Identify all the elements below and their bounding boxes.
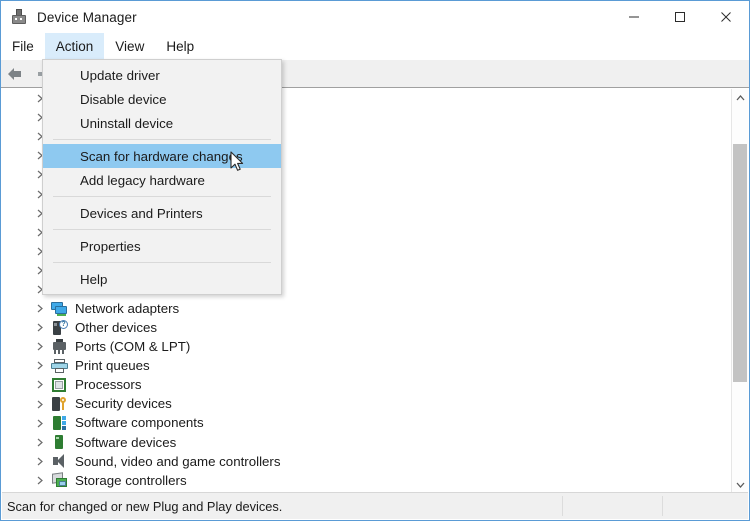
window-title: Device Manager (37, 9, 137, 25)
minimize-button[interactable] (611, 1, 657, 32)
menu-item-properties[interactable]: Properties (43, 234, 281, 258)
menu-item-disable-device[interactable]: Disable device (43, 87, 281, 111)
device-plug-icon (10, 8, 28, 26)
tree-row-software-devices[interactable]: Software devices (2, 433, 722, 452)
title-bar: Device Manager (1, 1, 749, 33)
menu-file[interactable]: File (1, 33, 45, 60)
minimize-icon (629, 16, 639, 17)
tree-item-label: Software components (75, 415, 204, 431)
network-adapter-icon (51, 301, 68, 317)
chevron-right-icon[interactable] (36, 400, 51, 409)
tree-row-print-queues[interactable]: Print queues (2, 356, 722, 375)
tree-item-label: Sound, video and game controllers (75, 453, 281, 469)
device-manager-window: Device Manager File Action View Help Net… (0, 0, 750, 521)
tree-item-label: Security devices (75, 396, 172, 412)
menu-separator (53, 229, 271, 230)
processor-icon (51, 377, 68, 393)
software-component-icon (51, 415, 68, 431)
chevron-right-icon[interactable] (36, 476, 51, 485)
close-button[interactable] (703, 1, 749, 32)
action-dropdown-menu: Update driver Disable device Uninstall d… (42, 59, 282, 295)
tree-row-security-devices[interactable]: Security devices (2, 395, 722, 414)
storage-controller-icon (51, 472, 68, 488)
menu-view[interactable]: View (104, 33, 155, 60)
chevron-down-icon (736, 482, 744, 488)
tree-item-label: Print queues (75, 358, 150, 374)
tree-item-label: Storage controllers (75, 472, 187, 488)
menu-item-scan-for-hardware-changes[interactable]: Scan for hardware changes (43, 144, 281, 168)
chevron-up-icon (736, 94, 744, 100)
chevron-right-icon[interactable] (36, 361, 51, 370)
tree-item-label: Other devices (75, 320, 158, 336)
maximize-button[interactable] (657, 1, 703, 32)
back-button[interactable] (1, 61, 29, 87)
chevron-right-icon[interactable] (36, 457, 51, 466)
software-device-icon (51, 434, 68, 450)
menu-item-add-legacy-hardware[interactable]: Add legacy hardware (43, 168, 281, 192)
scrollbar-thumb[interactable] (733, 144, 747, 382)
menu-item-devices-and-printers[interactable]: Devices and Printers (43, 201, 281, 225)
menu-separator (53, 139, 271, 140)
menu-item-update-driver[interactable]: Update driver (43, 63, 281, 87)
sound-controller-icon (51, 453, 68, 469)
status-divider (562, 496, 563, 516)
chevron-right-icon[interactable] (36, 438, 51, 447)
maximize-icon (675, 11, 685, 22)
menu-action[interactable]: Action (44, 33, 105, 60)
chevron-right-icon[interactable] (36, 323, 51, 332)
tree-row-storage-controllers[interactable]: Storage controllers (2, 471, 722, 490)
menu-item-help[interactable]: Help (43, 267, 281, 291)
chevron-right-icon[interactable] (36, 342, 51, 351)
tree-item-label: Processors (75, 377, 142, 393)
status-divider (662, 496, 663, 516)
status-bar: Scan for changed or new Plug and Play de… (2, 492, 748, 519)
menu-separator (53, 262, 271, 263)
menu-item-uninstall-device[interactable]: Uninstall device (43, 111, 281, 135)
security-device-icon (51, 396, 68, 412)
vertical-scrollbar[interactable] (731, 89, 748, 493)
window-controls (611, 1, 749, 32)
tree-item-label: Software devices (75, 434, 177, 450)
menu-help[interactable]: Help (155, 33, 205, 60)
menu-bar: File Action View Help (1, 33, 749, 60)
tree-row-other-devices[interactable]: ? Other devices (2, 318, 722, 337)
tree-row-sound-controllers[interactable]: Sound, video and game controllers (2, 452, 722, 471)
close-icon (721, 11, 731, 22)
scroll-up-button[interactable] (732, 89, 748, 106)
unknown-device-icon: ? (51, 319, 68, 336)
tree-row-processors[interactable]: Processors (2, 375, 722, 394)
chevron-right-icon[interactable] (36, 380, 51, 389)
port-icon (51, 338, 68, 355)
menu-separator (53, 196, 271, 197)
back-arrow-icon (8, 67, 21, 80)
printer-icon (51, 358, 68, 374)
tree-item-label: Network adapters (75, 300, 180, 316)
tree-row-software-components[interactable]: Software components (2, 414, 722, 433)
tree-item-label: Ports (COM & LPT) (75, 339, 191, 355)
status-text: Scan for changed or new Plug and Play de… (7, 498, 283, 514)
scroll-down-button[interactable] (732, 476, 748, 493)
tree-row-network-adapters[interactable]: Network adapters (2, 299, 722, 318)
chevron-right-icon[interactable] (36, 304, 51, 313)
tree-row-ports[interactable]: Ports (COM & LPT) (2, 337, 722, 356)
chevron-right-icon[interactable] (36, 419, 51, 428)
